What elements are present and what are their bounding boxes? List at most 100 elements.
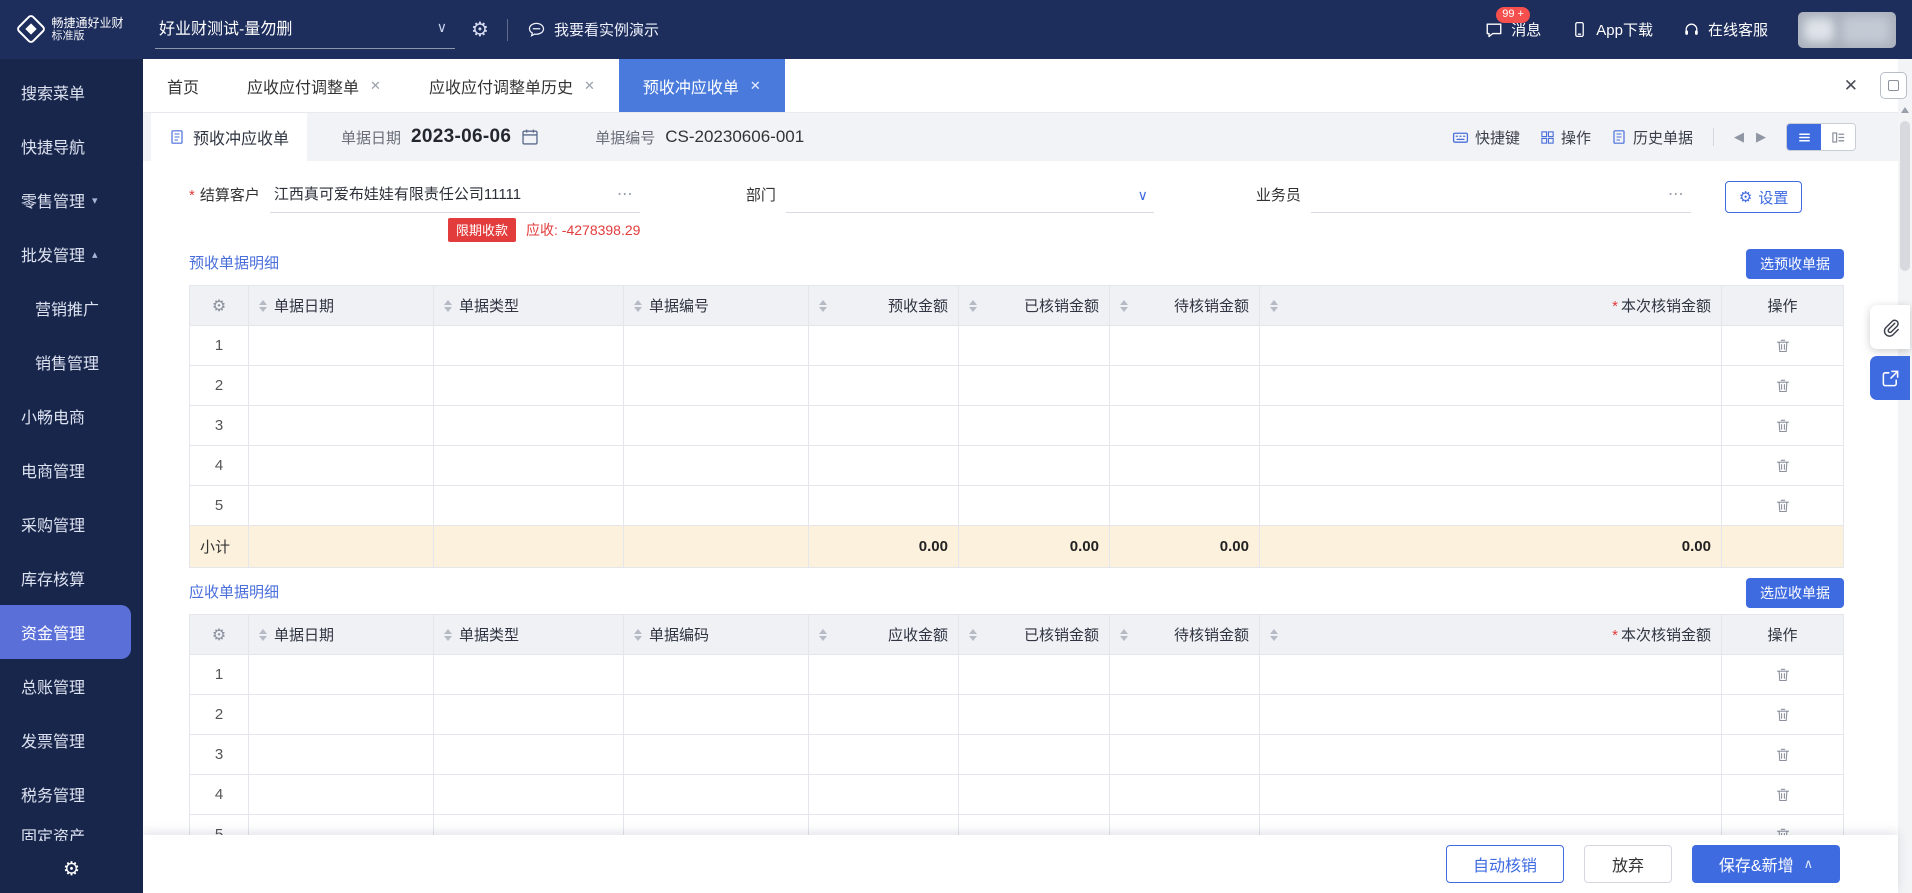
operations-button[interactable]: 操作 <box>1540 127 1591 148</box>
delete-row-icon[interactable] <box>1775 787 1791 803</box>
sidebar-item-quick-nav[interactable]: 快捷导航 <box>0 119 143 173</box>
settings-gear-icon[interactable]: ⚙ <box>471 17 489 42</box>
delete-row-icon[interactable] <box>1775 707 1791 723</box>
close-tab-icon[interactable]: ✕ <box>1844 76 1858 96</box>
close-icon[interactable]: ✕ <box>370 78 381 94</box>
chevron-down-icon: ∨ <box>436 18 447 35</box>
sidebar-item-sales[interactable]: 销售管理 <box>0 335 143 389</box>
sort-icon[interactable] <box>259 628 267 641</box>
delete-row-icon[interactable] <box>1775 498 1791 514</box>
department-label: 部门 <box>745 187 776 204</box>
sort-icon[interactable] <box>819 628 827 641</box>
tab-offset-active[interactable]: 预收冲应收单 ✕ <box>618 59 785 112</box>
table-row: 2 <box>189 695 1844 735</box>
column-settings-icon[interactable]: ⚙ <box>212 625 226 645</box>
detail-view-toggle[interactable] <box>1821 124 1855 150</box>
online-service-button[interactable]: 在线客服 <box>1683 19 1768 40</box>
sidebar-item-xiaochang-ecommerce[interactable]: 小畅电商 <box>0 389 143 443</box>
ellipsis-picker-icon[interactable]: ⋯ <box>617 184 634 204</box>
delete-row-icon[interactable] <box>1775 458 1791 474</box>
shortcut-keys-button[interactable]: 快捷键 <box>1452 127 1520 148</box>
close-icon[interactable]: ✕ <box>584 78 595 94</box>
select-receivable-docs-button[interactable]: 选应收单据 <box>1746 578 1844 608</box>
sidebar: 搜索菜单 快捷导航 零售管理 ▾ 批发管理 ▴ 营销推广 销售管理 小畅电商 电商管… <box>0 59 143 893</box>
tab-home[interactable]: 首页 <box>143 59 223 112</box>
sidebar-item-retail[interactable]: 零售管理 ▾ <box>0 173 143 227</box>
history-docs-button[interactable]: 历史单据 <box>1611 127 1693 148</box>
prev-doc-icon[interactable]: ◀ <box>1734 129 1744 145</box>
sidebar-item-funds[interactable]: 资金管理 <box>0 605 131 659</box>
sidebar-item-ecommerce[interactable]: 电商管理 <box>0 443 143 497</box>
keyboard-icon <box>1452 129 1469 146</box>
sidebar-item-invoice[interactable]: 发票管理 <box>0 713 143 767</box>
messages-badge: 99 + <box>1496 7 1530 24</box>
paperclip-icon <box>1881 318 1900 337</box>
subtotal-prepaid-amount: 0.00 <box>809 526 959 568</box>
customer-label: 结算客户 <box>189 184 260 213</box>
sidebar-item-inventory[interactable]: 库存核算 <box>0 551 143 605</box>
document-icon <box>1611 129 1627 145</box>
sidebar-item-marketing[interactable]: 营销推广 <box>0 281 143 335</box>
department-field[interactable]: ∨ <box>785 187 1154 213</box>
receivable-table: ⚙ 单据日期 单据类型 单据编码 应收金额 已核销金额 待核销金额 本次核销金额… <box>189 614 1844 855</box>
sort-icon[interactable] <box>1270 628 1278 641</box>
demo-link[interactable]: 我要看实例演示 <box>528 19 659 40</box>
select-precollect-docs-button[interactable]: 选预收单据 <box>1746 249 1844 279</box>
scrollbar-thumb[interactable] <box>1900 121 1910 271</box>
sidebar-settings-gear-icon[interactable]: ⚙ <box>0 845 143 893</box>
list-icon <box>1797 130 1812 145</box>
attachment-button[interactable] <box>1870 305 1910 349</box>
delete-row-icon[interactable] <box>1775 418 1791 434</box>
auto-writeoff-button[interactable]: 自动核销 <box>1446 845 1564 883</box>
sort-icon[interactable] <box>1120 628 1128 641</box>
sort-icon[interactable] <box>444 628 452 641</box>
sort-icon[interactable] <box>969 299 977 312</box>
sort-icon[interactable] <box>1120 299 1128 312</box>
app-download-button[interactable]: App下载 <box>1571 19 1653 40</box>
customer-field[interactable]: 江西真可爱布娃娃有限责任公司11111 ⋯ <box>269 183 640 213</box>
sidebar-item-tax[interactable]: 税务管理 <box>0 767 143 821</box>
next-doc-icon[interactable]: ▶ <box>1756 129 1766 145</box>
delete-row-icon[interactable] <box>1775 338 1791 354</box>
tab-adjust-history[interactable]: 应收应付调整单历史 ✕ <box>405 59 619 112</box>
ellipsis-picker-icon[interactable]: ⋯ <box>1668 184 1685 204</box>
vertical-scrollbar[interactable] <box>1898 59 1912 893</box>
caret-down-icon: ▾ <box>92 194 98 207</box>
sort-icon[interactable] <box>1270 299 1278 312</box>
chevron-down-icon[interactable]: ∨ <box>1138 187 1148 204</box>
tab-adjust[interactable]: 应收应付调整单 ✕ <box>223 59 405 112</box>
sort-icon[interactable] <box>259 299 267 312</box>
messages-button[interactable]: 99 + 消息 <box>1485 7 1541 40</box>
salesman-field[interactable]: ⋯ <box>1310 184 1691 213</box>
sort-icon[interactable] <box>634 628 642 641</box>
sidebar-item-search-menu[interactable]: 搜索菜单 <box>0 65 143 119</box>
sort-icon[interactable] <box>819 299 827 312</box>
sidebar-item-purchase[interactable]: 采购管理 <box>0 497 143 551</box>
delete-row-icon[interactable] <box>1775 667 1791 683</box>
table-header-row: ⚙ 单据日期 单据类型 单据编号 预收金额 已核销金额 待核销金额 本次核销金额… <box>189 286 1844 326</box>
user-avatar-blurred[interactable] <box>1798 11 1896 48</box>
sidebar-item-general-ledger[interactable]: 总账管理 <box>0 659 143 713</box>
discard-button[interactable]: 放弃 <box>1584 845 1672 883</box>
delete-row-icon[interactable] <box>1775 378 1791 394</box>
close-icon[interactable]: ✕ <box>750 78 761 94</box>
delete-row-icon[interactable] <box>1775 747 1791 763</box>
topbar: 畅捷通好业财 标准版 好业财测试-量勿删 ∨ ⚙ 我要看实例演示 99 + 消息… <box>0 0 1912 59</box>
sidebar-item-wholesale[interactable]: 批发管理 ▴ <box>0 227 143 281</box>
sidebar-item-fixed-assets[interactable]: 固定资产 <box>0 821 143 841</box>
sort-icon[interactable] <box>444 299 452 312</box>
panel-toggle-icon[interactable] <box>1880 72 1907 99</box>
list-view-toggle[interactable] <box>1787 124 1821 150</box>
save-and-new-button[interactable]: 保存&新增 ∧ <box>1692 845 1840 883</box>
doc-date-value[interactable]: 2023-06-06 <box>411 126 511 148</box>
scrollbar-up-arrow[interactable] <box>1901 107 1909 113</box>
table-row: 2 <box>189 366 1844 406</box>
sort-icon[interactable] <box>634 299 642 312</box>
inner-tab-offset-doc[interactable]: 预收冲应收单 <box>151 113 308 161</box>
expand-window-button[interactable] <box>1870 356 1910 400</box>
calendar-icon[interactable] <box>521 128 539 146</box>
account-select[interactable]: 好业财测试-量勿删 ∨ <box>155 10 455 49</box>
column-settings-icon[interactable]: ⚙ <box>212 296 226 316</box>
sort-icon[interactable] <box>969 628 977 641</box>
settings-button[interactable]: ⚙ 设置 <box>1724 181 1803 213</box>
